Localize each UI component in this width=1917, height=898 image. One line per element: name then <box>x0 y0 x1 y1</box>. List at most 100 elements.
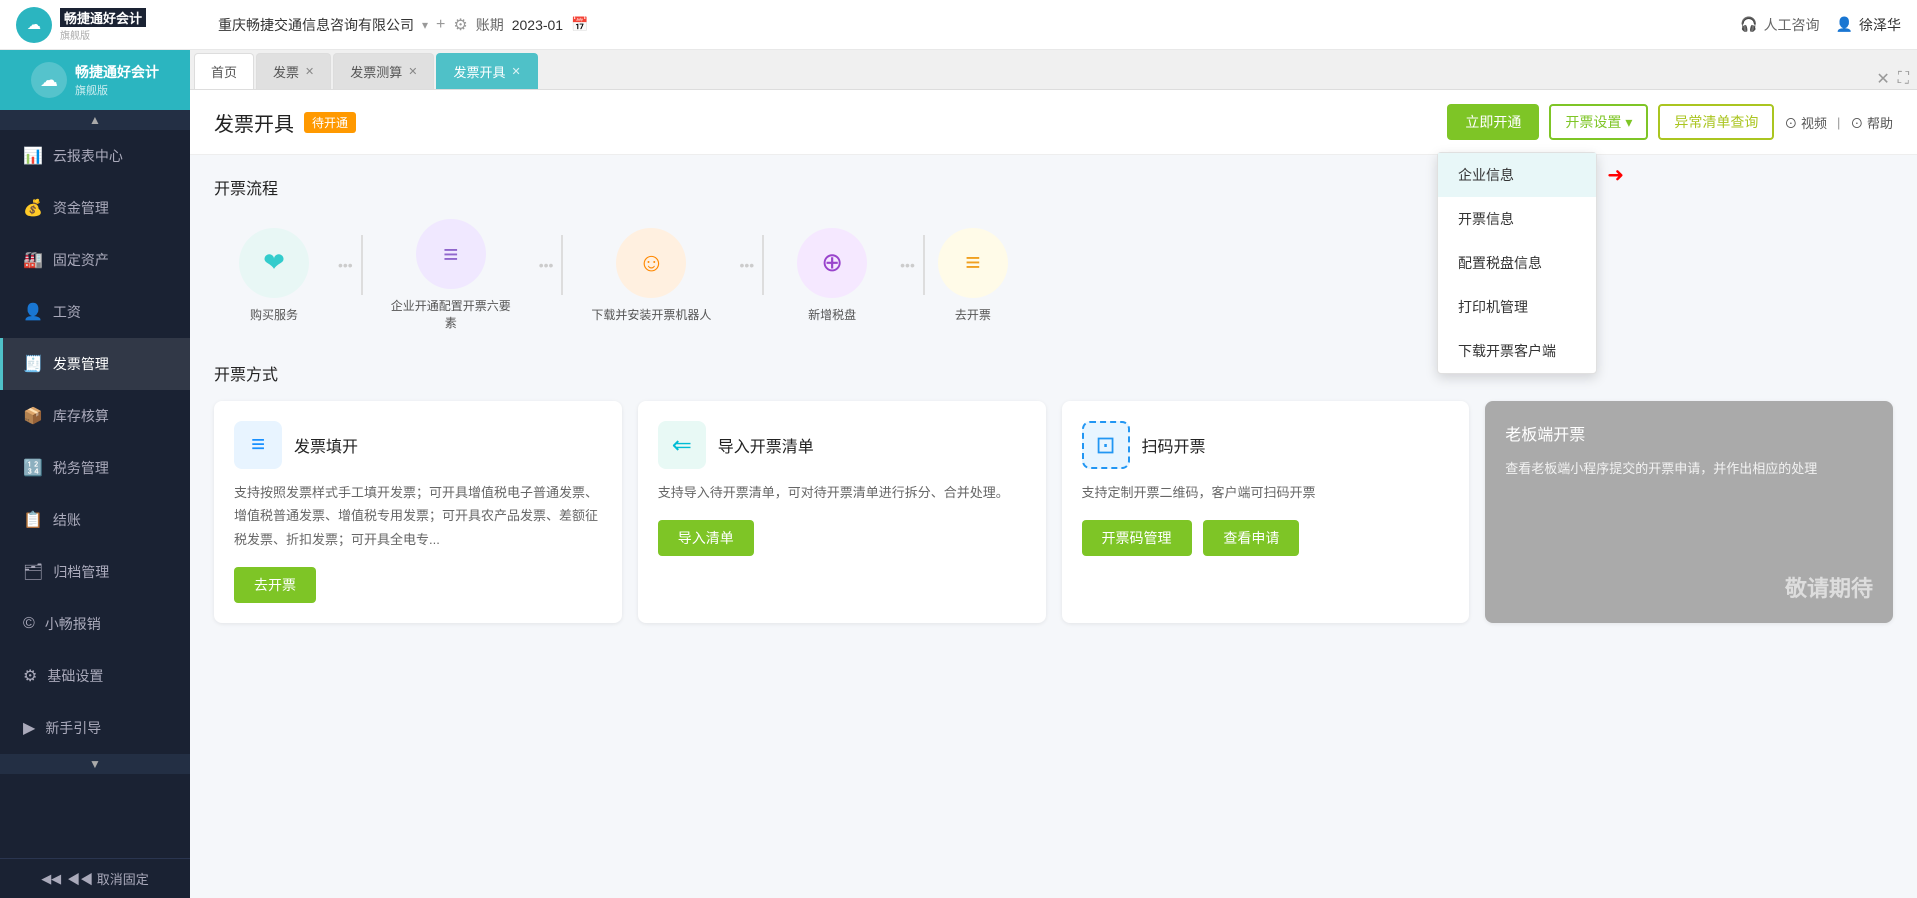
sidebar-item-basic-settings[interactable]: ⚙ 基础设置 <box>0 650 190 702</box>
view-apply-button[interactable]: 查看申请 <box>1203 520 1299 556</box>
tab-invoice-calc[interactable]: 发票测算 ✕ <box>333 53 434 89</box>
separator: | <box>1837 115 1840 130</box>
logo-icon: ☁ <box>16 7 52 43</box>
method-card-import-header: ⇐ 导入开票清单 <box>658 421 1026 469</box>
dropdown-item-label: 下载开票客户端 <box>1458 343 1556 359</box>
cancel-icon: ◀◀ <box>41 871 61 887</box>
sidebar-logo-text: 畅捷通好会计 <box>75 62 159 82</box>
app-sub: 旗舰版 <box>60 27 146 42</box>
tab-home[interactable]: 首页 <box>194 53 254 89</box>
settings-dropdown-container: 开票设置 ▾ <box>1549 104 1648 140</box>
sidebar-scroll-down[interactable]: ▼ <box>0 754 190 774</box>
import-invoice-title: 导入开票清单 <box>718 433 814 457</box>
archive-icon: 🗂 <box>23 562 43 582</box>
invoice-settings-label: 开票设置 <box>1565 112 1621 132</box>
sidebar-item-cloud-report[interactable]: 📊 云报表中心 <box>0 130 190 182</box>
methods-section-title: 开票方式 <box>214 361 1893 385</box>
tab-invoice-calc-close[interactable]: ✕ <box>408 65 417 78</box>
dropdown-item-tax-disk[interactable]: 配置税盘信息 <box>1438 241 1596 285</box>
sidebar-item-settle[interactable]: 📋 结账 <box>0 494 190 546</box>
user-profile[interactable]: 👤 徐泽华 <box>1836 15 1901 35</box>
sidebar-item-invoice[interactable]: 🧾 发票管理 <box>0 338 190 390</box>
fill-invoice-icon: ≡ <box>234 421 282 469</box>
fill-invoice-goto-button[interactable]: 去开票 <box>234 567 316 603</box>
right-panel: 首页 发票 ✕ 发票测算 ✕ 发票开具 ✕ ✕ ⛶ <box>190 50 1917 898</box>
dropdown-item-label: 配置税盘信息 <box>1458 255 1542 271</box>
tab-invoice[interactable]: 发票 ✕ <box>256 53 331 89</box>
company-name: 重庆畅捷交通信息咨询有限公司 <box>218 15 414 35</box>
flow-step-download: ☺ 下载并安装开票机器人 <box>571 228 731 323</box>
tab-invoice-issue-label: 发票开具 <box>453 62 505 81</box>
headset-icon: 🎧 <box>1740 16 1757 33</box>
invoice-settings-button[interactable]: 开票设置 ▾ <box>1549 104 1648 140</box>
dropdown-item-label: 打印机管理 <box>1458 299 1528 315</box>
company-dropdown-icon[interactable]: ▾ <box>422 18 428 32</box>
user-icon: 👤 <box>1836 16 1853 33</box>
sidebar-item-label: 资金管理 <box>53 198 109 218</box>
import-list-button[interactable]: 导入清单 <box>658 520 754 556</box>
settings-dropdown-menu: 企业信息 ➜ 开票信息 配置税盘信息 打印机管理 下载开票客户端 <box>1437 152 1597 374</box>
settings-dropdown-arrow: ▾ <box>1625 114 1632 131</box>
flow-divider-3 <box>762 235 764 295</box>
help-button[interactable]: ⊙ 帮助 <box>1850 113 1893 132</box>
add-company-button[interactable]: + <box>436 16 445 34</box>
sidebar-logo-sub: 旗舰版 <box>75 82 159 98</box>
sidebar-item-guide[interactable]: ▶ 新手引导 <box>0 702 190 754</box>
flow-step-add-disk: ⊕ 新增税盘 <box>772 228 892 323</box>
method-cards-container: ≡ 发票填开 支持按照发票样式手工填开发票；可开具增值税电子普通发票、增值税普通… <box>214 401 1893 623</box>
boss-card-title: 老板端开票 <box>1505 421 1873 445</box>
sidebar-item-xiaochang[interactable]: © 小畅报销 <box>0 598 190 650</box>
sidebar-item-tax[interactable]: 🔢 税务管理 <box>0 442 190 494</box>
boss-card-desc: 查看老板端小程序提交的开票申请，并作出相应的处理 <box>1505 457 1873 480</box>
flow-step-add-disk-label: 新增税盘 <box>808 306 856 323</box>
sidebar-item-label: 税务管理 <box>53 458 109 478</box>
tax-icon: 🔢 <box>23 458 43 478</box>
flow-connector-1: ••• <box>338 257 353 273</box>
flow-step-configure-icon: ≡ <box>416 219 486 289</box>
methods-section: 开票方式 ≡ 发票填开 支持按照发票样式手工填开发票；可开具增值税电子普通发票、… <box>190 361 1917 647</box>
tab-close-window[interactable]: ✕ <box>1876 69 1889 89</box>
flow-step-invoice: ≡ 去开票 <box>933 228 1013 323</box>
sidebar-item-archive[interactable]: 🗂 归档管理 <box>0 546 190 598</box>
tab-invoice-issue-close[interactable]: ✕ <box>512 65 521 78</box>
activate-button[interactable]: 立即开通 <box>1447 104 1539 140</box>
boss-overlay-text: 敬请期待 <box>1785 571 1873 603</box>
sidebar-item-label: 库存核算 <box>53 406 109 426</box>
tab-invoice-issue[interactable]: 发票开具 ✕ <box>436 53 537 89</box>
settings-button[interactable]: ⚙ <box>453 15 467 35</box>
cancel-fixed-button[interactable]: ◀◀ ◀◀ 取消固定 <box>0 858 190 898</box>
fill-invoice-title: 发票填开 <box>294 433 358 457</box>
video-button[interactable]: ⊙ 视频 <box>1784 113 1827 132</box>
method-card-boss: 老板端开票 查看老板端小程序提交的开票申请，并作出相应的处理 敬请期待 <box>1485 401 1893 623</box>
sidebar-item-label: 发票管理 <box>53 354 109 374</box>
support-button[interactable]: 🎧 人工咨询 <box>1740 15 1819 35</box>
inventory-icon: 📦 <box>23 406 43 426</box>
period-value: 2023-01 <box>512 17 563 33</box>
sidebar-scroll-up[interactable]: ▲ <box>0 110 190 130</box>
dropdown-item-printer[interactable]: 打印机管理 <box>1438 285 1596 329</box>
dropdown-item-invoice-info[interactable]: 开票信息 <box>1438 197 1596 241</box>
tab-maximize-window[interactable]: ⛶ <box>1898 70 1909 88</box>
scan-invoice-desc: 支持定制开票二维码，客户端可扫码开票 <box>1082 481 1450 504</box>
dropdown-item-download-client[interactable]: 下载开票客户端 <box>1438 329 1596 373</box>
tab-invoice-close[interactable]: ✕ <box>305 65 314 78</box>
flow-step-add-disk-icon: ⊕ <box>797 228 867 298</box>
abnormal-list-button[interactable]: 异常清单查询 <box>1658 104 1774 140</box>
content-area: 发票开具 待开通 立即开通 开票设置 ▾ 异常清单查询 ⊙ 视频 | ⊙ 帮助 <box>190 90 1917 898</box>
flow-connector-2: ••• <box>539 257 554 273</box>
support-label: 人工咨询 <box>1764 15 1820 35</box>
dropdown-item-company-info[interactable]: 企业信息 ➜ <box>1438 153 1596 197</box>
calendar-icon[interactable]: 📅 <box>571 16 588 33</box>
sidebar-item-salary[interactable]: 👤 工资 <box>0 286 190 338</box>
guide-icon: ▶ <box>23 718 35 738</box>
flow-step-buy-label: 购买服务 <box>250 306 298 323</box>
flow-connector-4: ••• <box>900 257 915 273</box>
sidebar-item-inventory[interactable]: 📦 库存核算 <box>0 390 190 442</box>
sidebar: ☁ 畅捷通好会计 旗舰版 ▲ 📊 云报表中心 💰 资金管理 🏭 固定资产 👤 工… <box>0 50 190 898</box>
sidebar-item-fixed-assets[interactable]: 🏭 固定资产 <box>0 234 190 286</box>
qr-manage-button[interactable]: 开票码管理 <box>1082 520 1192 556</box>
flow-divider-4 <box>923 235 925 295</box>
flow-step-buy: ❤ 购买服务 <box>214 228 334 323</box>
sidebar-item-fund[interactable]: 💰 资金管理 <box>0 182 190 234</box>
flow-steps-container: ❤ 购买服务 ••• ≡ 企业开通配置开票六要素 <box>214 219 1893 331</box>
